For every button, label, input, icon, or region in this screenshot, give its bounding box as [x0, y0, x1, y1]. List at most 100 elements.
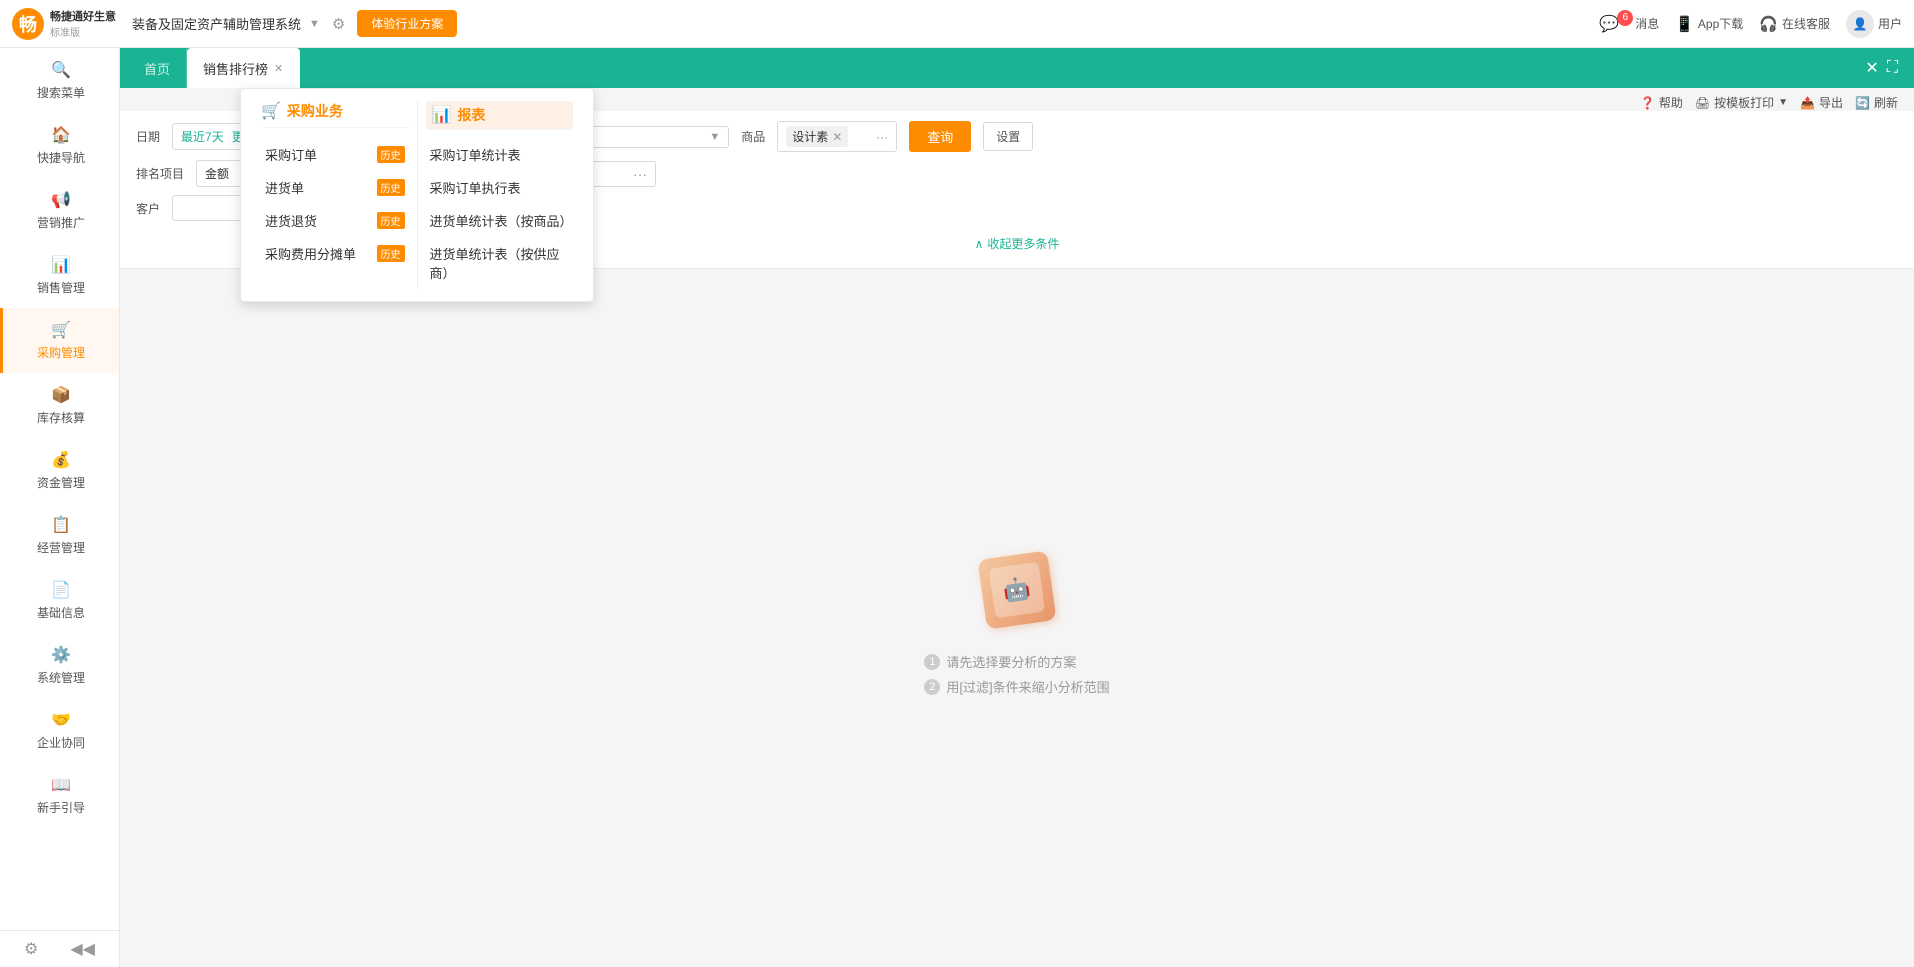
empty-hint-1: 1 请先选择要分析的方案 [924, 652, 1109, 671]
logo-name: 畅捷通好生意 [50, 8, 116, 24]
message-icon: 💬 [1599, 14, 1619, 34]
tab-home[interactable]: 首页 [128, 48, 187, 88]
rank-value: 金额 [205, 165, 229, 182]
report-col-icon: 📊 [432, 105, 452, 125]
help-btn[interactable]: ❓ 帮助 [1640, 94, 1683, 111]
sidebar-item-finance[interactable]: 💰 资金管理 [0, 438, 119, 503]
sidebar-label-guide: 新手引导 [37, 799, 85, 816]
main-layout: 🔍 搜索菜单 🏠 快捷导航 📢 营销推广 📊 销售管理 🛒 采购管理 📦 库存核… [0, 48, 1914, 967]
date-shortcut-7days[interactable]: 最近7天 [181, 128, 224, 145]
collapse-sidebar-icon[interactable]: ◀◀ [70, 939, 95, 959]
sidebar-item-quick-nav[interactable]: 🏠 快捷导航 [0, 113, 119, 178]
sidebar-item-marketing[interactable]: 📢 营销推广 [0, 178, 119, 243]
print-btn[interactable]: 🖨 按模板打印 ▼ [1695, 94, 1788, 111]
gear-icon[interactable]: ⚙ [332, 15, 345, 33]
sidebar-item-operations[interactable]: 📋 经营管理 [0, 503, 119, 568]
chevron-down-icon[interactable]: ▼ [309, 18, 320, 30]
sidebar-bottom: ⚙ ◀◀ [0, 930, 119, 967]
tab-close-icon[interactable]: ✕ [274, 62, 283, 75]
goods-tag-close[interactable]: ✕ [832, 130, 842, 144]
inbound-goods-label: 进货单统计表（按商品） [430, 211, 570, 230]
print-icon: 🖨 [1695, 96, 1710, 110]
sidebar-label-system: 系统管理 [37, 669, 85, 686]
hint-2-badge: 2 [924, 679, 940, 695]
logo-sub: 标准版 [50, 24, 116, 39]
logo-area: 畅 畅捷通好生意 标准版 [12, 8, 132, 40]
export-label: 导出 [1819, 94, 1843, 111]
empty-illustration: 🤖 [967, 540, 1067, 640]
inbound-label: 进货单 [265, 178, 304, 197]
goods-tag-value: 设计素 [792, 128, 828, 145]
goods-dots[interactable]: ··· [876, 130, 888, 144]
sidebar-item-sales[interactable]: 📊 销售管理 [0, 243, 119, 308]
message-label: 消息 [1635, 15, 1659, 32]
phone-icon: 📱 [1675, 15, 1694, 33]
status-chevron: ▼ [709, 131, 720, 143]
goods-select[interactable]: 设计素 ✕ ··· [777, 121, 897, 152]
sidebar-item-inventory[interactable]: 📦 库存核算 [0, 373, 119, 438]
sidebar-label-quick-nav: 快捷导航 [37, 149, 85, 166]
sidebar-label-finance: 资金管理 [37, 474, 85, 491]
dropdown-item-inbound-supplier[interactable]: 进货单统计表（按供应商） [426, 237, 574, 289]
goods-tag: 设计素 ✕ [786, 126, 848, 147]
chart-icon: 📊 [51, 255, 71, 275]
message-badge: 6 [1617, 10, 1633, 26]
tab-sales-rank-label: 销售排行榜 [203, 59, 268, 78]
dropdown-item-purchase-expense[interactable]: 采购费用分摊单 历史 [261, 237, 409, 270]
tab-sales-rank[interactable]: 销售排行榜 ✕ [187, 48, 300, 88]
dropdown-menu: 🛒 采购业务 采购订单 历史 进货单 历史 进货退货 历史 [240, 88, 594, 302]
dropdown-purchase-col: 🛒 采购业务 采购订单 历史 进货单 历史 进货退货 历史 [253, 101, 417, 289]
query-btn[interactable]: 查询 [909, 121, 971, 152]
tab-action-icons: ✕ ⛶ [1865, 58, 1906, 78]
sidebar-label-sales: 销售管理 [37, 279, 85, 296]
dropdown-item-purchase-order[interactable]: 采购订单 历史 [261, 138, 409, 171]
export-btn[interactable]: 📤 导出 [1800, 94, 1843, 111]
refresh-label: 刷新 [1874, 94, 1898, 111]
print-chevron-icon[interactable]: ▼ [1778, 97, 1788, 108]
settings-bottom-icon[interactable]: ⚙ [24, 939, 38, 959]
home-icon: 🏠 [51, 125, 71, 145]
purchase-col-header: 🛒 采购业务 [261, 101, 409, 128]
dropdown-item-inbound-goods[interactable]: 进货单统计表（按商品） [426, 204, 574, 237]
dropdown-item-purchase-exec[interactable]: 采购订单执行表 [426, 171, 574, 204]
user-item[interactable]: 👤 用户 [1846, 10, 1902, 38]
tab-close-all-icon[interactable]: ✕ [1865, 58, 1878, 78]
app-download-item[interactable]: 📱 App下载 [1675, 15, 1743, 33]
sidebar-label-cooperation: 企业协同 [37, 734, 85, 751]
sidebar-label-purchase: 采购管理 [37, 344, 85, 361]
sidebar-item-search[interactable]: 🔍 搜索菜单 [0, 48, 119, 113]
hint-2-text: 用[过滤]条件来缩小分析范围 [946, 677, 1109, 696]
trial-btn[interactable]: 体验行业方案 [357, 10, 457, 37]
message-item[interactable]: 💬 6 消息 [1599, 14, 1659, 34]
sidebar-item-basic-info[interactable]: 📄 基础信息 [0, 568, 119, 633]
help-label: 帮助 [1659, 94, 1683, 111]
clipboard-icon: 📋 [51, 515, 71, 535]
sidebar-item-cooperation[interactable]: 🤝 企业协同 [0, 698, 119, 763]
search-icon: 🔍 [51, 60, 71, 80]
sidebar-item-system[interactable]: ⚙️ 系统管理 [0, 633, 119, 698]
logo-text: 畅捷通好生意 标准版 [50, 8, 116, 39]
salesperson-dots[interactable]: ··· [633, 166, 647, 182]
system-title-area: 装备及固定资产辅助管理系统 ▼ ⚙ [132, 14, 345, 33]
export-icon: 📤 [1800, 96, 1815, 110]
empty-state: 🤖 1 请先选择要分析的方案 2 用[过滤]条件来缩小分析范围 [120, 269, 1914, 967]
dropdown-item-return[interactable]: 进货退货 历史 [261, 204, 409, 237]
refresh-icon: 🔄 [1855, 96, 1870, 110]
app-download-label: App下载 [1698, 15, 1743, 32]
tab-expand-icon[interactable]: ⛶ [1887, 59, 1898, 77]
sidebar-item-purchase[interactable]: 🛒 采购管理 [0, 308, 119, 373]
sidebar-item-guide[interactable]: 📖 新手引导 [0, 763, 119, 828]
rank-label: 排名项目 [136, 165, 184, 182]
collapse-up-icon: ∧ [975, 237, 984, 251]
purchase-order-label: 采购订单 [265, 145, 317, 164]
dropdown-item-purchase-stat[interactable]: 采购订单统计表 [426, 138, 574, 171]
settings-btn[interactable]: 设置 [983, 122, 1033, 151]
megaphone-icon: 📢 [51, 190, 71, 210]
sidebar: 🔍 搜索菜单 🏠 快捷导航 📢 营销推广 📊 销售管理 🛒 采购管理 📦 库存核… [0, 48, 120, 967]
report-col-label: 报表 [457, 105, 485, 125]
dropdown-item-inbound[interactable]: 进货单 历史 [261, 171, 409, 204]
empty-robot-icon: 🤖 [977, 550, 1056, 629]
refresh-btn[interactable]: 🔄 刷新 [1855, 94, 1898, 111]
top-header: 畅 畅捷通好生意 标准版 装备及固定资产辅助管理系统 ▼ ⚙ 体验行业方案 💬 … [0, 0, 1914, 48]
online-service-item[interactable]: 🎧 在线客服 [1759, 15, 1830, 33]
